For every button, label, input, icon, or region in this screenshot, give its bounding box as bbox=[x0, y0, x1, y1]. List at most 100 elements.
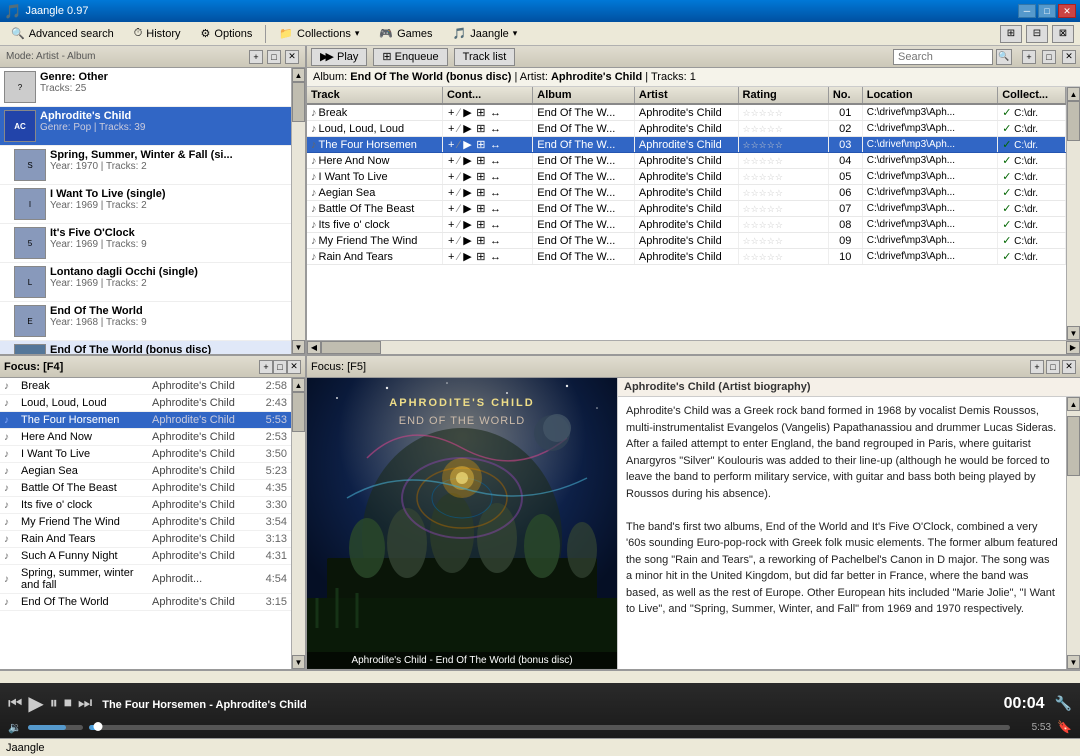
bio-scroll-down[interactable]: ▼ bbox=[1067, 655, 1080, 669]
list-item[interactable]: ♪ My Friend The Wind Aphrodite's Child 3… bbox=[0, 514, 291, 531]
arrow-icon[interactable]: ↔ bbox=[490, 203, 501, 215]
queue-icon[interactable]: ⊞ bbox=[476, 139, 485, 151]
play-small-icon[interactable]: ▶ bbox=[463, 219, 471, 231]
queue-icon[interactable]: ⊞ bbox=[476, 155, 485, 167]
arrow-icon[interactable]: ↔ bbox=[490, 171, 501, 183]
queue-icon[interactable]: ⊞ bbox=[476, 235, 485, 247]
play-small-icon[interactable]: ▶ bbox=[463, 123, 471, 135]
next-button[interactable]: ⏭ bbox=[78, 695, 92, 713]
track-hscroll-right[interactable]: ▶ bbox=[1066, 341, 1080, 354]
table-row[interactable]: ♪Loud, Loud, Loud + ∕ ▶ ⊞ ↔ End Of The W… bbox=[307, 121, 1066, 137]
search-input[interactable] bbox=[893, 49, 993, 65]
queue-icon[interactable]: ⊞ bbox=[476, 123, 485, 135]
add-icon[interactable]: + bbox=[448, 203, 454, 215]
list-item[interactable]: I I Want To Live (single) Year: 1969 | T… bbox=[0, 185, 291, 224]
add-icon[interactable]: + bbox=[448, 235, 454, 247]
track-table-container[interactable]: Track Cont... Album Artist Rating No. Lo… bbox=[307, 87, 1066, 340]
focus-close-button[interactable]: ✕ bbox=[287, 360, 301, 374]
stop-button[interactable]: ⏹ bbox=[64, 695, 72, 713]
menu-jaangle[interactable]: 🎵 Jaangle ▾ bbox=[444, 23, 527, 45]
menu-advanced-search[interactable]: 🔍 Advanced search bbox=[2, 23, 123, 45]
view-btn-3[interactable]: ⊠ bbox=[1052, 25, 1074, 43]
arrow-icon[interactable]: ↔ bbox=[490, 155, 501, 167]
artist-list[interactable]: ? Genre: Other Tracks: 25 AC Aphrodite's… bbox=[0, 68, 291, 354]
focus-scroll-down[interactable]: ▼ bbox=[292, 655, 305, 669]
arrow-icon[interactable]: ↔ bbox=[490, 235, 501, 247]
col-album[interactable]: Album bbox=[533, 87, 635, 104]
view-btn-1[interactable]: ⊞ bbox=[1000, 25, 1022, 43]
add-icon[interactable]: + bbox=[448, 171, 454, 183]
add-icon[interactable]: + bbox=[448, 139, 454, 151]
add-icon[interactable]: + bbox=[448, 123, 454, 135]
panel-min-button[interactable]: □ bbox=[1042, 50, 1056, 64]
scroll-up-button[interactable]: ▲ bbox=[292, 68, 305, 82]
list-item[interactable]: L Lontano dagli Occhi (single) Year: 196… bbox=[0, 263, 291, 302]
col-number[interactable]: No. bbox=[828, 87, 862, 104]
bio-scrollbar[interactable]: ▲ ▼ bbox=[1066, 397, 1080, 669]
focus-min-button[interactable]: □ bbox=[273, 360, 287, 374]
list-item[interactable]: ? Genre: Other Tracks: 25 bbox=[0, 68, 291, 107]
arrow-icon[interactable]: ↔ bbox=[490, 251, 501, 263]
minimize-button[interactable]: ─ bbox=[1018, 4, 1036, 18]
focus-right-min[interactable]: □ bbox=[1046, 360, 1060, 374]
play-small-icon[interactable]: ▶ bbox=[463, 251, 471, 263]
table-row[interactable]: ♪Here And Now + ∕ ▶ ⊞ ↔ End Of The W... … bbox=[307, 153, 1066, 169]
tracklist-button[interactable]: Track list bbox=[454, 48, 516, 66]
focus-list[interactable]: ♪ Break Aphrodite's Child 2:58 ♪ Loud, L… bbox=[0, 378, 291, 669]
col-collect[interactable]: Collect... bbox=[998, 87, 1066, 104]
arrow-icon[interactable]: ↔ bbox=[490, 219, 501, 231]
list-item[interactable]: 5 It's Five O'Clock Year: 1969 | Tracks:… bbox=[0, 224, 291, 263]
play-small-icon[interactable]: ▶ bbox=[463, 235, 471, 247]
left-scrollbar[interactable]: ▲ ▼ bbox=[291, 68, 305, 354]
add-icon[interactable]: + bbox=[448, 187, 454, 199]
add-icon[interactable]: + bbox=[448, 155, 454, 167]
table-row[interactable]: ♪Its five o' clock + ∕ ▶ ⊞ ↔ End Of The … bbox=[307, 217, 1066, 233]
focus-right-add[interactable]: + bbox=[1030, 360, 1044, 374]
add-icon[interactable]: + bbox=[448, 219, 454, 231]
list-item[interactable]: ♪ The Four Horsemen Aphrodite's Child 5:… bbox=[0, 412, 291, 429]
play-small-icon[interactable]: ▶ bbox=[463, 139, 471, 151]
track-scroll-down[interactable]: ▼ bbox=[1067, 326, 1080, 340]
search-button[interactable]: 🔍 bbox=[996, 49, 1012, 65]
list-item[interactable]: ♪ Rain And Tears Aphrodite's Child 3:13 bbox=[0, 531, 291, 548]
maximize-button[interactable]: □ bbox=[1038, 4, 1056, 18]
view-btn-2[interactable]: ⊟ bbox=[1026, 25, 1048, 43]
focus-right-close[interactable]: ✕ bbox=[1062, 360, 1076, 374]
col-rating[interactable]: Rating bbox=[738, 87, 828, 104]
focus-scroll-up[interactable]: ▲ bbox=[292, 378, 305, 392]
list-item[interactable]: ♪ Here And Now Aphrodite's Child 2:53 bbox=[0, 429, 291, 446]
panel-settings-button[interactable]: □ bbox=[267, 50, 281, 64]
list-item[interactable]: AC Aphrodite's Child Genre: Pop | Tracks… bbox=[0, 107, 291, 146]
track-hscroll-thumb[interactable] bbox=[321, 341, 381, 354]
focus-scrollbar[interactable]: ▲ ▼ bbox=[291, 378, 305, 669]
list-item[interactable]: ♪ Battle Of The Beast Aphrodite's Child … bbox=[0, 480, 291, 497]
arrow-icon[interactable]: ↔ bbox=[490, 187, 501, 199]
table-row[interactable]: ♪Rain And Tears + ∕ ▶ ⊞ ↔ End Of The W..… bbox=[307, 249, 1066, 265]
menu-history[interactable]: ⏱ History bbox=[125, 23, 190, 45]
play-transport-button[interactable]: ▶ bbox=[28, 691, 43, 716]
queue-icon[interactable]: ⊞ bbox=[476, 219, 485, 231]
col-controls[interactable]: Cont... bbox=[442, 87, 532, 104]
play-small-icon[interactable]: ▶ bbox=[463, 107, 471, 119]
bio-scroll-thumb[interactable] bbox=[1067, 416, 1080, 476]
menu-options[interactable]: ⚙ Options bbox=[192, 23, 262, 45]
track-scrollbar[interactable]: ▲ ▼ bbox=[1066, 87, 1080, 340]
table-row[interactable]: ♪Break + ∕ ▶ ⊞ ↔ End Of The W... Aphrodi… bbox=[307, 104, 1066, 121]
list-item[interactable]: ♪ Its five o' clock Aphrodite's Child 3:… bbox=[0, 497, 291, 514]
list-item[interactable]: ♪ I Want To Live Aphrodite's Child 3:50 bbox=[0, 446, 291, 463]
arrow-icon[interactable]: ↔ bbox=[490, 123, 501, 135]
play-small-icon[interactable]: ▶ bbox=[463, 171, 471, 183]
pause-button[interactable]: ⏸ bbox=[50, 695, 58, 713]
play-small-icon[interactable]: ▶ bbox=[463, 187, 471, 199]
volume-bar-container[interactable] bbox=[28, 725, 83, 730]
queue-icon[interactable]: ⊞ bbox=[476, 171, 485, 183]
focus-add-button[interactable]: + bbox=[259, 360, 273, 374]
col-artist[interactable]: Artist bbox=[634, 87, 738, 104]
queue-icon[interactable]: ⊞ bbox=[476, 203, 485, 215]
list-item[interactable]: ♪ Break Aphrodite's Child 2:58 bbox=[0, 378, 291, 395]
table-row[interactable]: ♪I Want To Live + ∕ ▶ ⊞ ↔ End Of The W..… bbox=[307, 169, 1066, 185]
list-item[interactable]: E End Of The World Year: 1968 | Tracks: … bbox=[0, 302, 291, 341]
queue-icon[interactable]: ⊞ bbox=[476, 107, 485, 119]
table-row[interactable]: ♪My Friend The Wind + ∕ ▶ ⊞ ↔ End Of The… bbox=[307, 233, 1066, 249]
queue-icon[interactable]: ⊞ bbox=[476, 187, 485, 199]
